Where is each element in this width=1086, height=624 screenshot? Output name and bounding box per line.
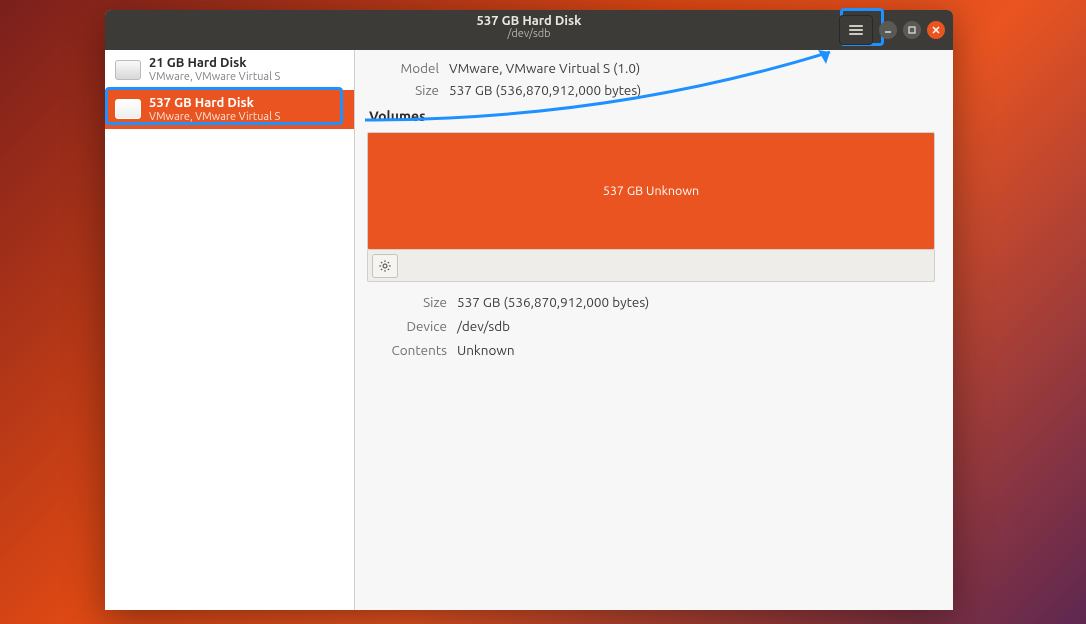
titlebar: 537 GB Hard Disk /dev/sdb [105,10,953,50]
maximize-icon [907,25,917,35]
window-title: 537 GB Hard Disk [105,14,953,28]
volume-block[interactable]: 537 GB Unknown [367,132,935,250]
vol-device-value: /dev/sdb [457,318,935,334]
disks-window: 537 GB Hard Disk /dev/sdb 21 GB Hard Dis… [105,10,953,610]
drive-menu-button[interactable] [839,15,873,45]
gear-icon [378,259,392,273]
disk-name: 21 GB Hard Disk [149,56,280,71]
sidebar-item-disk-537gb[interactable]: 537 GB Hard Disk VMware, VMware Virtual … [105,90,354,130]
window-subtitle: /dev/sdb [105,28,953,40]
model-value: VMware, VMware Virtual S (1.0) [449,60,935,76]
disk-sub: VMware, VMware Virtual S [149,111,280,124]
titlebar-title-area: 537 GB Hard Disk /dev/sdb [105,14,953,40]
vol-contents-value: Unknown [457,342,935,358]
device-sidebar[interactable]: 21 GB Hard Disk VMware, VMware Virtual S… [105,50,355,610]
disk-sub: VMware, VMware Virtual S [149,71,280,84]
vol-contents-label: Contents [367,342,447,358]
vol-size-label: Size [367,294,447,310]
close-icon [931,25,941,35]
window-maximize-button[interactable] [903,21,921,39]
size-value: 537 GB (536,870,912,000 bytes) [449,82,935,98]
minimize-icon [883,25,893,35]
sidebar-item-disk-21gb[interactable]: 21 GB Hard Disk VMware, VMware Virtual S [105,50,354,90]
vol-device-label: Device [367,318,447,334]
vol-size-value: 537 GB (536,870,912,000 bytes) [457,294,935,310]
window-minimize-button[interactable] [879,21,897,39]
volume-toolbar [367,250,935,282]
main-panel: Model VMware, VMware Virtual S (1.0) Siz… [355,50,953,610]
volume-block-label: 537 GB Unknown [603,184,699,198]
hamburger-icon [849,29,863,31]
volumes-heading: Volumes [369,108,935,124]
window-close-button[interactable] [927,21,945,39]
disk-name: 537 GB Hard Disk [149,96,280,111]
hard-disk-icon [115,60,141,80]
size-label: Size [367,82,439,98]
volume-options-button[interactable] [372,254,398,278]
model-label: Model [367,60,439,76]
hard-disk-icon [115,99,141,119]
